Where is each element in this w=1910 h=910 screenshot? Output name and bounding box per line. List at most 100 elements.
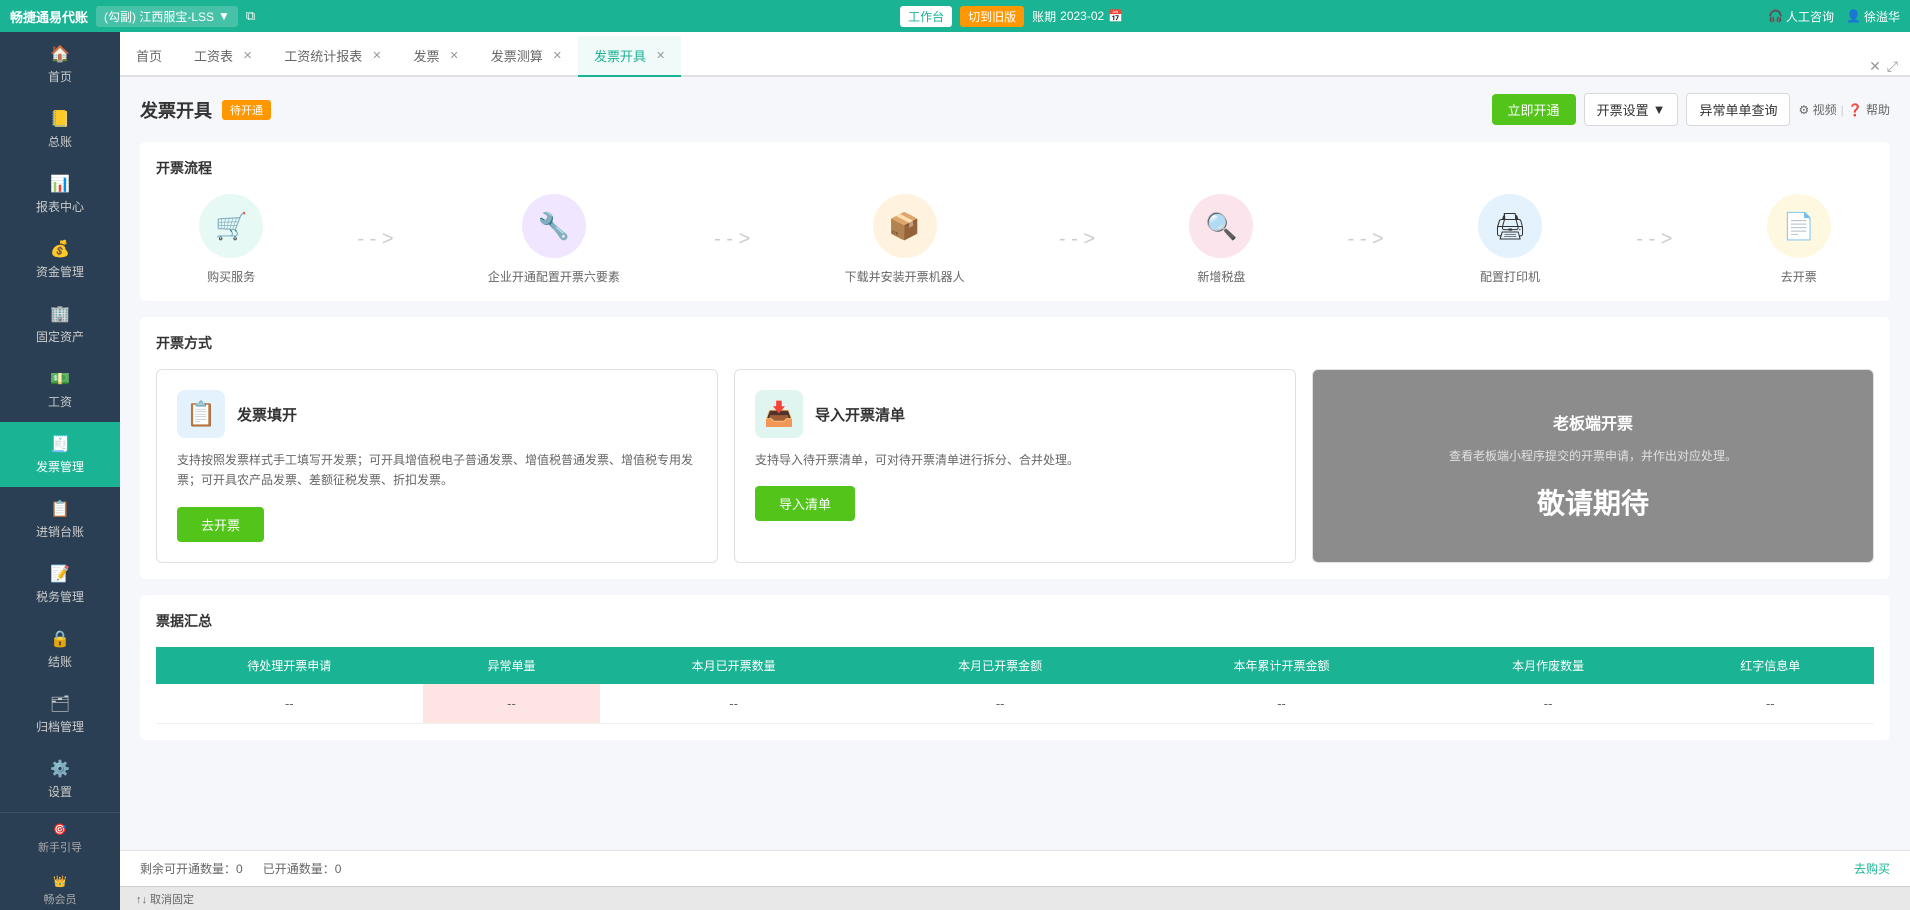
sidebar-item-首页[interactable]: 🏠首页 — [0, 32, 120, 97]
purchase-link[interactable]: 去购买 — [1854, 860, 1890, 877]
help-icon[interactable]: ❓ 帮助 — [1848, 101, 1890, 118]
sidebar-bottom-icon: 🎯 — [53, 823, 67, 836]
resize-window-icon[interactable]: ⤢ — [1887, 58, 1898, 75]
tab-close-icon[interactable]: ✕ — [553, 49, 562, 62]
sidebar-icon: 💵 — [50, 369, 70, 389]
copy-icon[interactable]: ⧉ — [246, 8, 255, 24]
sidebar-bottom-item-新手引导[interactable]: 🎯新手引导 — [0, 813, 120, 865]
sidebar-label: 发票管理 — [36, 458, 84, 475]
chevron-down-icon: ▼ — [1653, 102, 1666, 117]
sidebar-item-资金管理[interactable]: 💰资金管理 — [0, 227, 120, 292]
sidebar-icon: 🧾 — [50, 434, 70, 454]
method-card-btn-0[interactable]: 去开票 — [177, 507, 264, 542]
tab-label: 工资表 — [194, 46, 233, 65]
sidebar-bottom-icon: 👑 — [53, 875, 67, 888]
consultant-button[interactable]: 🎧 人工咨询 — [1768, 8, 1834, 25]
tab-label: 发票开具 — [594, 46, 646, 65]
open-settings-label: 开票设置 — [1597, 100, 1649, 119]
period-value: 2023-02 — [1060, 9, 1104, 23]
page-title: 发票开具 — [140, 97, 212, 123]
method-section: 开票方式 📋 发票填开 支持按照发票样式手工填写开发票；可开具增值税电子普通发票… — [140, 317, 1890, 579]
footer-stats: 剩余可开通数量：0 已开通数量：0 — [140, 860, 341, 877]
company-selector[interactable]: (勾副) 江西服宝-LSS ▼ — [96, 6, 238, 27]
flow-step-label-5: 去开票 — [1781, 268, 1817, 285]
close-window-icon[interactable]: ✕ — [1869, 58, 1881, 75]
summary-cell-1[interactable]: -- — [423, 684, 601, 724]
sidebar-item-工资[interactable]: 💵工资 — [0, 357, 120, 422]
tab-label: 发票 — [413, 46, 439, 65]
sidebar-item-设置[interactable]: ⚙️设置 — [0, 747, 120, 812]
switch-old-button[interactable]: 切到旧版 — [960, 6, 1024, 27]
sidebar-item-发票管理[interactable]: 🧾 发票管理 — [0, 422, 120, 487]
summary-col-header: 待处理开票申请 — [156, 647, 423, 684]
flow-step-icon-1: 🔧 — [522, 194, 586, 258]
method-card-title-1: 导入开票清单 — [815, 404, 905, 425]
tab-发票[interactable]: 发票 ✕ — [397, 36, 474, 77]
abnormal-query-button[interactable]: 异常单单查询 — [1686, 93, 1790, 126]
method-section-title: 开票方式 — [156, 333, 1874, 353]
summary-table: 待处理开票申请异常单量本月已开票数量本月已开票金额本年累计开票金额本月作废数量红… — [156, 647, 1874, 724]
sidebar-item-归档管理[interactable]: 🗂 归档管理 — [0, 682, 120, 747]
help-icons: ⚙ 视频 | ❓ 帮助 — [1798, 101, 1890, 118]
coming-soon-label: 敬请期待 — [1537, 482, 1649, 522]
open-settings-button[interactable]: 开票设置 ▼ — [1584, 93, 1679, 126]
main-layout: 🏠首页📒总账📊报表中心💰资金管理🏢固定资产💵工资 🧾 发票管理 📋 进销台账 📝税务管理🔒… — [0, 32, 1910, 910]
summary-cell-3: -- — [867, 684, 1134, 724]
sidebar-icon: 🗂 — [50, 694, 70, 714]
tab-工资统计报表[interactable]: 工资统计报表✕ — [268, 36, 397, 77]
tab-首页[interactable]: 首页 — [120, 36, 178, 77]
flow-step-icon-3: 🔍 — [1189, 194, 1253, 258]
sidebar-label: 固定资产 — [36, 328, 84, 345]
workstation-button[interactable]: 工作台 — [900, 6, 952, 27]
calendar-icon[interactable]: 📅 — [1108, 9, 1123, 23]
sidebar-label: 设置 — [48, 783, 72, 800]
flow-arrow-1: - - > — [706, 228, 758, 251]
flow-arrow-4: - - > — [1628, 228, 1680, 251]
top-bar-left: 畅捷通易代账 (勾副) 江西服宝-LSS ▼ ⧉ — [10, 6, 255, 27]
sidebar-item-结账[interactable]: 🔒结账 — [0, 617, 120, 682]
view-icon[interactable]: ⚙ 视频 — [1798, 101, 1836, 118]
sidebar-label: 归档管理 — [36, 718, 84, 735]
sidebar-icon: 📒 — [50, 109, 70, 129]
summary-section: 票据汇总 待处理开票申请异常单量本月已开票数量本月已开票金额本年累计开票金额本月… — [140, 595, 1890, 740]
top-bar-right: 🎧 人工咨询 👤 徐溢华 — [1768, 8, 1900, 25]
tab-close-icon[interactable]: ✕ — [243, 49, 252, 62]
sidebar-label: 进销台账 — [36, 523, 84, 540]
tab-close-icon[interactable]: ✕ — [372, 49, 381, 62]
tab-发票测算[interactable]: 发票测算✕ — [475, 36, 578, 77]
summary-col-header: 本月作废数量 — [1430, 647, 1667, 684]
user-avatar[interactable]: 👤 徐溢华 — [1846, 8, 1900, 25]
summary-col-header: 本年累计开票金额 — [1133, 647, 1429, 684]
tab-close-icon[interactable]: ✕ — [450, 49, 459, 62]
sidebar-item-总账[interactable]: 📒总账 — [0, 97, 120, 162]
remain-label: 剩余可开通数量：0 — [140, 860, 243, 877]
summary-cell-0: -- — [156, 684, 423, 724]
top-bar-center: 工作台 切到旧版 账期 2023-02 📅 — [900, 6, 1123, 27]
footer-bar: 剩余可开通数量：0 已开通数量：0 去购买 — [120, 850, 1910, 886]
summary-cell-6: -- — [1667, 684, 1874, 724]
pin-bottom-icon[interactable]: ↑↓ 取消固定 — [136, 891, 194, 907]
flow-step-0: 🛒 购买服务 — [199, 194, 263, 285]
tab-label: 首页 — [136, 46, 162, 65]
sidebar-bottom-item-畅会员[interactable]: 👑畅会员 — [0, 865, 120, 910]
method-card-header-1: 📥 导入开票清单 — [755, 390, 1275, 438]
app-logo: 畅捷通易代账 — [10, 7, 88, 26]
sidebar-item-进销台账[interactable]: 📋 进销台账 — [0, 487, 120, 552]
sidebar-item-固定资产[interactable]: 🏢固定资产 — [0, 292, 120, 357]
sidebar-item-税务管理[interactable]: 📝税务管理 — [0, 552, 120, 617]
page-content: 发票开具 待开通 立即开通 开票设置 ▼ 异常单单查询 ⚙ 视频 | ❓ 帮助 — [120, 77, 1910, 850]
method-card-btn-1[interactable]: 导入清单 — [755, 486, 855, 521]
method-card-desc-1: 支持导入待开票清单，可对待开票清单进行拆分、合并处理。 — [755, 450, 1275, 470]
summary-col-header: 本月已开票金额 — [867, 647, 1134, 684]
immediate-open-button[interactable]: 立即开通 — [1492, 94, 1576, 125]
tab-工资表[interactable]: 工资表 ✕ — [178, 36, 268, 77]
sidebar-label: 结账 — [48, 653, 72, 670]
flow-step-label-3: 新增税盘 — [1197, 268, 1245, 285]
sidebar-item-报表中心[interactable]: 📊报表中心 — [0, 162, 120, 227]
sidebar-icon: 📋 — [50, 499, 70, 519]
person-icon: 👤 — [1846, 9, 1861, 23]
tab-发票开具[interactable]: 发票开具 ✕ — [578, 36, 681, 77]
tab-close-icon[interactable]: ✕ — [656, 49, 665, 62]
company-name: (勾副) 江西服宝-LSS — [104, 8, 214, 25]
flow-step-icon-2: 📦 — [873, 194, 937, 258]
